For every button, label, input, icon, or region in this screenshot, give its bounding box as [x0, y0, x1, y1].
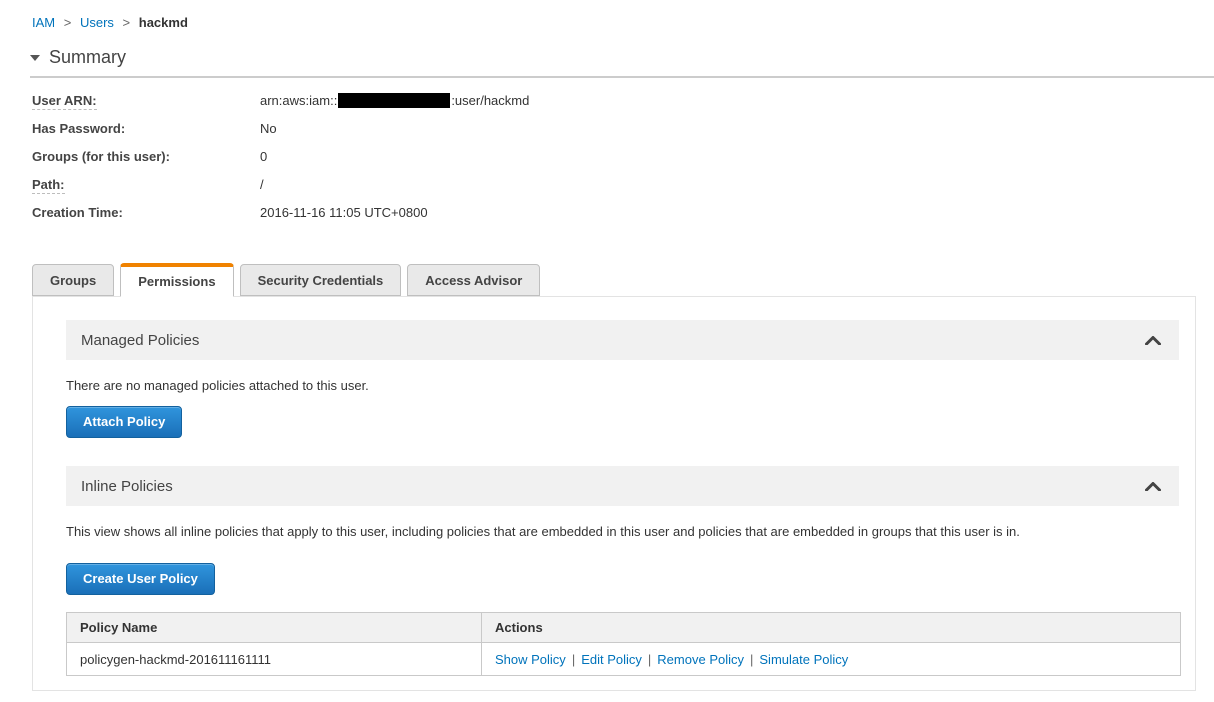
summary-row-path: Path: /: [32, 177, 1214, 194]
summary-row-creation-time: Creation Time: 2016-11-16 11:05 UTC+0800: [32, 205, 1214, 221]
has-password-value: No: [260, 121, 277, 136]
tab-groups[interactable]: Groups: [32, 264, 115, 296]
managed-policies-title: Managed Policies: [81, 331, 200, 349]
has-password-label: Has Password:: [32, 121, 126, 136]
tab-security-credentials[interactable]: Security Credentials: [239, 264, 402, 296]
policy-name-column-header: Policy Name: [66, 612, 482, 643]
user-arn-value: arn:aws:iam:::user/hackmd: [260, 93, 530, 108]
permissions-tab-panel: Managed Policies There are no managed po…: [32, 296, 1196, 691]
policy-name-cell: policygen-hackmd-201611161111: [66, 642, 482, 676]
creation-time-value: 2016-11-16 11:05 UTC+0800: [260, 205, 428, 220]
summary-fields: User ARN: arn:aws:iam:::user/hackmd Has …: [32, 93, 1214, 221]
inline-policies-description: This view shows all inline policies that…: [66, 524, 1020, 539]
breadcrumb: IAM > Users > hackmd: [0, 0, 1214, 30]
summary-title: Summary: [49, 47, 127, 67]
iam-user-detail-page: IAM > Users > hackmd Summary User ARN: a…: [0, 0, 1214, 691]
collapse-managed-policies-button[interactable]: [1145, 335, 1161, 345]
table-header-row: Policy Name Actions: [66, 612, 1181, 643]
actions-separator: |: [750, 651, 754, 667]
inline-policies-table: Policy Name Actions policygen-hackmd-201…: [66, 612, 1181, 676]
path-label: Path:: [32, 177, 65, 194]
chevron-up-icon: [1145, 335, 1161, 345]
managed-policies-empty-text: There are no managed policies attached t…: [66, 378, 369, 393]
edit-policy-link[interactable]: Edit Policy: [581, 652, 642, 667]
summary-section-header: Summary: [30, 47, 1214, 68]
breadcrumb-users-link[interactable]: Users: [80, 15, 114, 30]
breadcrumb-iam-link[interactable]: IAM: [32, 15, 55, 30]
collapse-arrow-icon[interactable]: [30, 54, 40, 61]
attach-policy-button[interactable]: Attach Policy: [66, 406, 183, 438]
remove-policy-link[interactable]: Remove Policy: [657, 652, 744, 667]
inline-policies-header: Inline Policies: [66, 466, 1179, 506]
groups-count-label: Groups (for this user):: [32, 149, 170, 164]
summary-row-user-arn: User ARN: arn:aws:iam:::user/hackmd: [32, 93, 1214, 110]
collapse-inline-policies-button[interactable]: [1145, 481, 1161, 491]
simulate-policy-link[interactable]: Simulate Policy: [759, 652, 848, 667]
inline-policies-title: Inline Policies: [81, 477, 173, 495]
actions-separator: |: [647, 651, 652, 667]
managed-policies-header: Managed Policies: [66, 320, 1179, 360]
creation-time-label: Creation Time:: [32, 205, 123, 220]
redacted-account-id: [338, 93, 451, 108]
groups-count-value: 0: [260, 149, 268, 164]
breadcrumb-separator: >: [122, 15, 131, 30]
breadcrumb-separator: >: [63, 15, 72, 30]
create-user-policy-button[interactable]: Create User Policy: [66, 563, 215, 595]
actions-column-header: Actions: [481, 612, 1181, 643]
summary-row-has-password: Has Password: No: [32, 121, 1214, 137]
path-value: /: [260, 177, 264, 192]
table-row: policygen-hackmd-201611161111 Show Polic…: [66, 642, 1181, 676]
summary-divider: [30, 76, 1214, 78]
tab-bar: Groups Permissions Security Credentials …: [32, 263, 1214, 297]
chevron-up-icon: [1145, 481, 1161, 491]
user-arn-label: User ARN:: [32, 93, 97, 110]
summary-row-groups: Groups (for this user): 0: [32, 149, 1214, 165]
breadcrumb-current-user: hackmd: [138, 15, 188, 30]
tab-permissions[interactable]: Permissions: [120, 263, 234, 297]
actions-separator: |: [571, 651, 576, 667]
tab-access-advisor[interactable]: Access Advisor: [407, 264, 541, 296]
actions-cell: Show Policy | Edit Policy | Remove Policy | Si…: [481, 642, 1181, 676]
show-policy-link[interactable]: Show Policy: [495, 652, 566, 667]
